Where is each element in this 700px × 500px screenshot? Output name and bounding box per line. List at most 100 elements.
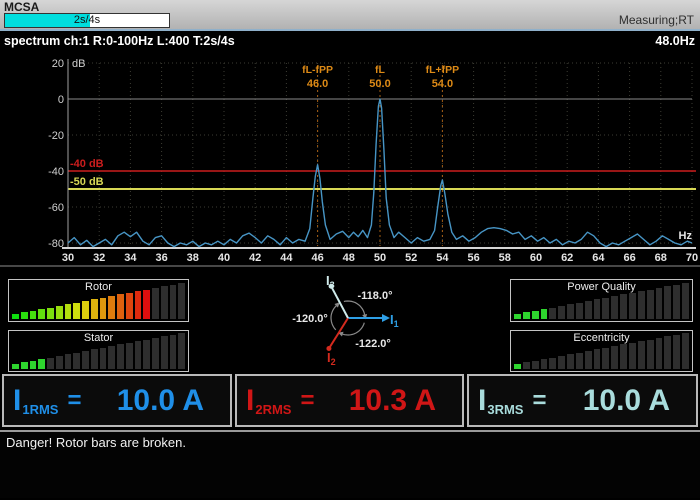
power-quality-panel: Power Quality <box>510 279 693 322</box>
peak-name-label: fL-fPP <box>302 64 333 76</box>
phasor-vector-i3 <box>330 285 349 319</box>
app-title: MCSA <box>4 0 40 14</box>
level-bar <box>20 362 28 369</box>
rms-subscript: 1RMS <box>22 402 59 417</box>
panel-title: Rotor <box>85 281 112 293</box>
level-bar <box>628 342 636 369</box>
level-bar <box>64 354 72 369</box>
rms-symbol: I <box>246 383 255 417</box>
rms-value: 10.0 A <box>116 383 204 417</box>
x-tick-label: 64 <box>592 252 605 264</box>
y-tick-label: -40 <box>48 166 64 178</box>
y-tick-label: -20 <box>48 130 64 142</box>
peak-freq-label: 46.0 <box>307 78 328 90</box>
rotor-severity-panel: Rotor <box>8 279 189 322</box>
level-bar <box>90 299 98 319</box>
y-tick-label: 0 <box>58 94 64 106</box>
threshold-label: -50 dB <box>70 176 104 188</box>
x-tick-label: 36 <box>155 252 167 264</box>
i1-rms-readout: I 1RMS = 10.0 A <box>2 374 232 427</box>
i2-rms-readout: I 2RMS = 10.3 A <box>235 374 464 427</box>
phase-angle-label: -120.0° <box>292 313 328 325</box>
level-bar <box>575 352 583 369</box>
level-bar <box>38 359 45 369</box>
x-tick-label: 34 <box>124 252 137 264</box>
level-bar <box>637 291 645 319</box>
level-bar <box>531 310 539 319</box>
current-phasor-diagram: I1 I2 I3 -118.0° -120.0° -122.0° <box>292 273 398 367</box>
level-bar <box>82 350 89 369</box>
spectrum-panel: spectrum ch:1 R:0-100Hz L:400 T:2s/4s 48… <box>0 31 700 265</box>
level-bar <box>602 347 610 369</box>
x-tick-label: 56 <box>467 252 479 264</box>
level-bar <box>108 296 115 319</box>
phase-angle-label: -118.0° <box>358 290 393 302</box>
eccentricity-panel: Eccentricity <box>510 330 693 372</box>
x-tick-label: 52 <box>405 252 417 264</box>
level-bar <box>55 355 63 369</box>
y-axis-unit: dB <box>72 58 85 70</box>
x-tick-label: 40 <box>218 252 230 264</box>
equals-sign: = <box>300 386 315 414</box>
level-bar <box>99 347 107 369</box>
equals-sign: = <box>532 386 547 414</box>
level-bar <box>514 314 521 319</box>
level-bar <box>584 350 592 369</box>
spectrum-plot: -40 dB -50 dB 30 32 34 36 38 40 42 44 46 48 50 52 54 56… <box>48 58 698 264</box>
rotation-arc <box>343 300 366 315</box>
level-bar <box>602 297 610 319</box>
level-bar <box>567 354 574 369</box>
level-bar <box>12 364 19 369</box>
y-tick-label: -80 <box>48 238 64 250</box>
x-axis-unit: Hz <box>679 230 693 242</box>
x-tick-label: 32 <box>93 252 105 264</box>
level-bar <box>646 289 654 319</box>
level-bar <box>47 357 54 369</box>
level-bar <box>567 304 574 319</box>
level-bar <box>12 314 19 319</box>
x-tick-label: 70 <box>686 252 698 264</box>
rms-value: 10.0 A <box>582 383 670 417</box>
threshold-label: -40 dB <box>70 158 104 170</box>
i3-rms-readout: I 3RMS = 10.0 A <box>467 374 698 427</box>
level-bar <box>73 302 80 319</box>
level-bar <box>522 312 530 319</box>
level-bar <box>134 291 142 319</box>
level-bar <box>522 362 530 369</box>
level-bar <box>514 364 521 369</box>
peak-freq-label: 50.0 <box>369 78 390 90</box>
rotation-arc <box>342 322 365 336</box>
level-bar <box>125 342 133 369</box>
vector-arrowhead <box>382 314 390 322</box>
peak-name-label: fL+fPP <box>426 64 460 76</box>
level-bar <box>575 302 583 319</box>
level-bar <box>637 341 645 369</box>
level-bar <box>55 305 63 319</box>
x-tick-label: 30 <box>62 252 74 264</box>
x-tick-label: 50 <box>374 252 386 264</box>
rotation-arc <box>330 305 337 331</box>
phasor-label-i3: I3 <box>326 273 335 290</box>
level-bar <box>29 310 37 319</box>
level-bar <box>143 289 150 319</box>
x-tick-label: 66 <box>623 252 635 264</box>
level-bar <box>584 300 592 319</box>
level-bar <box>117 294 124 319</box>
level-bar <box>38 309 45 319</box>
x-tick-label: 44 <box>280 252 293 264</box>
level-bar <box>593 299 601 319</box>
level-bar <box>117 344 124 369</box>
phasor-label-i2: I2 <box>327 350 336 367</box>
rms-symbol: I <box>478 383 487 417</box>
level-bar <box>540 309 548 319</box>
measurement-progress-bar: 2s/4s <box>4 13 170 28</box>
title-bar: MCSA 2s/4s Measuring;RT <box>0 0 700 31</box>
level-bar <box>611 296 619 319</box>
level-bar <box>99 297 107 319</box>
level-bar <box>73 352 80 369</box>
level-bar <box>20 312 28 319</box>
status-text: Measuring;RT <box>618 13 694 27</box>
panel-title: Eccentricity <box>573 332 630 344</box>
progress-label: 2s/4s <box>73 14 101 26</box>
level-bar <box>620 294 627 319</box>
